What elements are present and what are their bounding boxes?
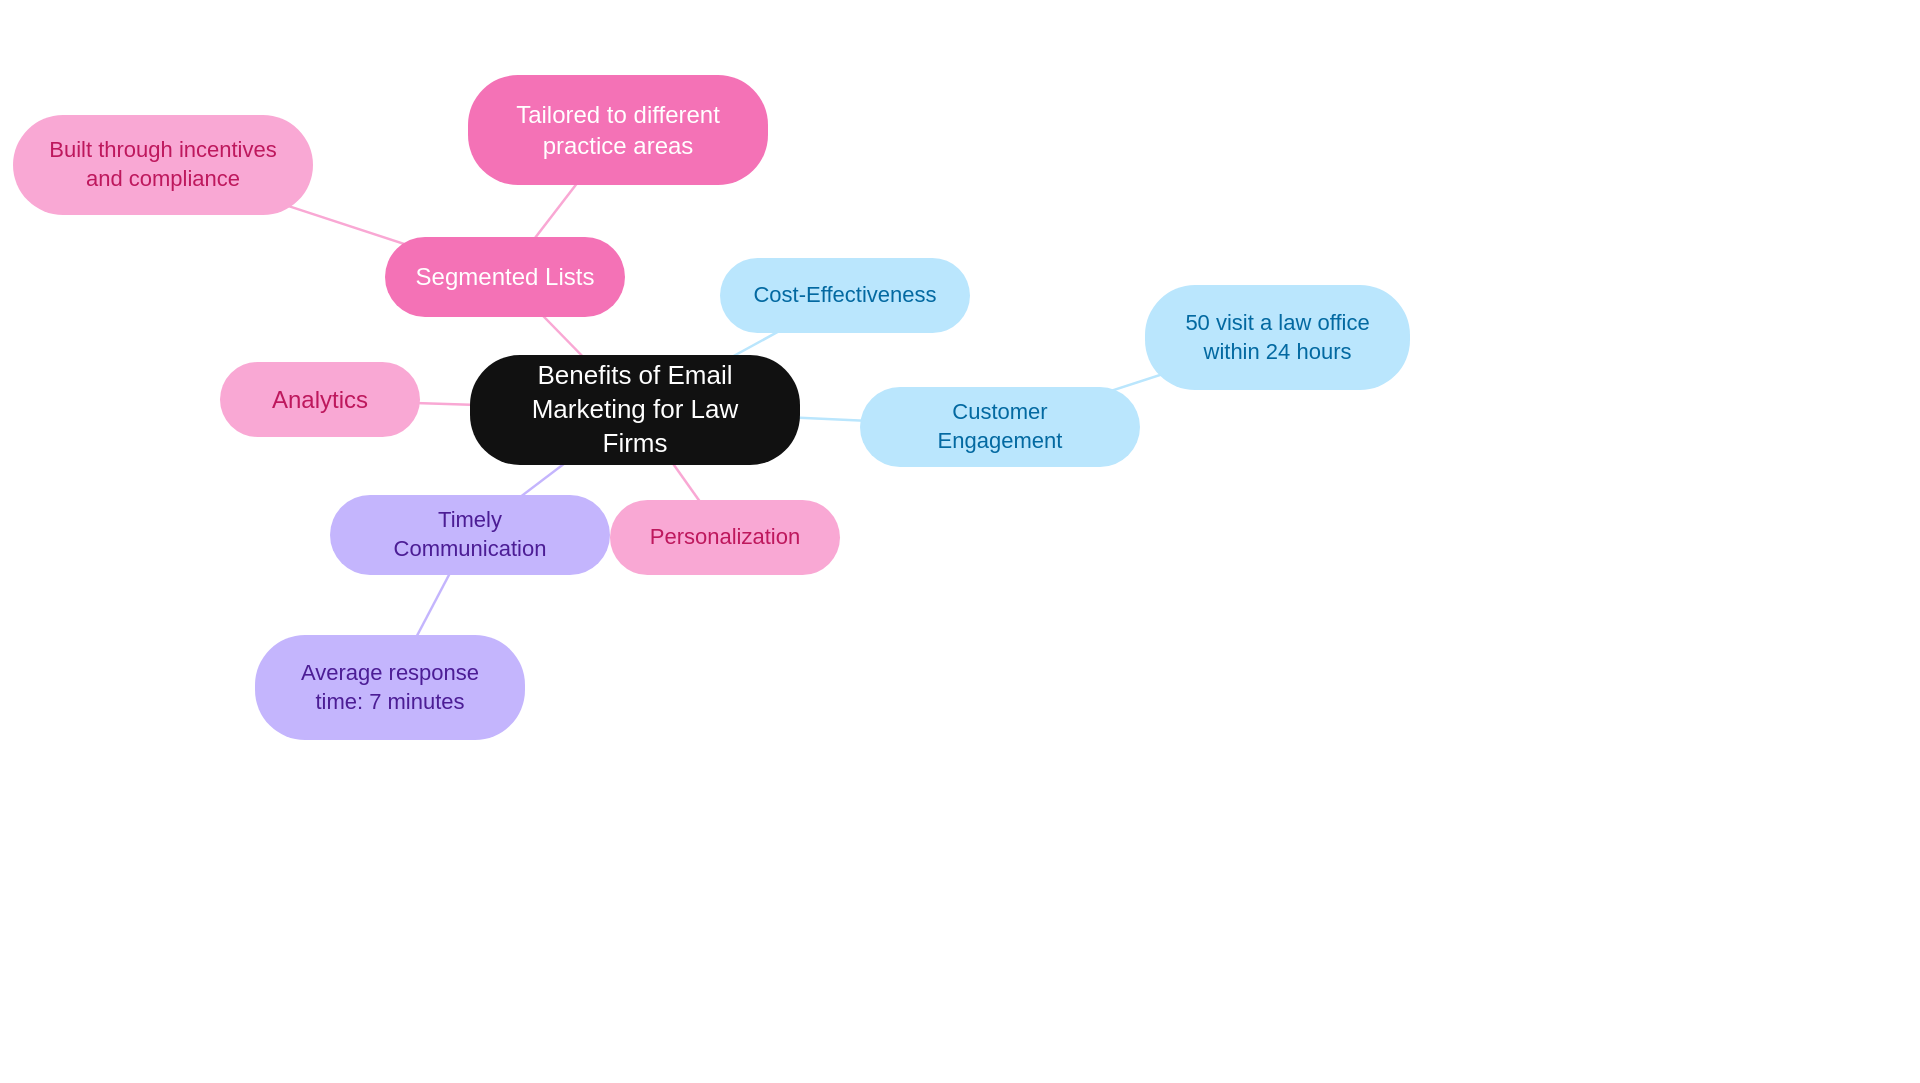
node-customer-label: Customer Engagement [890, 398, 1110, 455]
node-built-label: Built through incentives and compliance [43, 136, 283, 193]
node-segmented[interactable]: Segmented Lists [385, 237, 625, 317]
node-cost-label: Cost-Effectiveness [753, 281, 936, 310]
node-timely-label: Timely Communication [360, 506, 580, 563]
node-center-label: Benefits of Email Marketing for Law Firm… [500, 359, 770, 460]
node-built[interactable]: Built through incentives and compliance [13, 115, 313, 215]
node-personalization-label: Personalization [650, 523, 800, 552]
node-center[interactable]: Benefits of Email Marketing for Law Firm… [470, 355, 800, 465]
node-avg-response-label: Average response time: 7 minutes [285, 659, 495, 716]
node-cost[interactable]: Cost-Effectiveness [720, 258, 970, 333]
node-analytics[interactable]: Analytics [220, 362, 420, 437]
node-personalization[interactable]: Personalization [610, 500, 840, 575]
node-analytics-label: Analytics [272, 384, 368, 415]
node-timely[interactable]: Timely Communication [330, 495, 610, 575]
node-tailored-label: Tailored to different practice areas [498, 99, 738, 161]
node-50visit-label: 50 visit a law office within 24 hours [1175, 309, 1380, 366]
node-tailored[interactable]: Tailored to different practice areas [468, 75, 768, 185]
node-50visit[interactable]: 50 visit a law office within 24 hours [1145, 285, 1410, 390]
node-customer[interactable]: Customer Engagement [860, 387, 1140, 467]
node-segmented-label: Segmented Lists [416, 261, 595, 292]
node-avg-response[interactable]: Average response time: 7 minutes [255, 635, 525, 740]
